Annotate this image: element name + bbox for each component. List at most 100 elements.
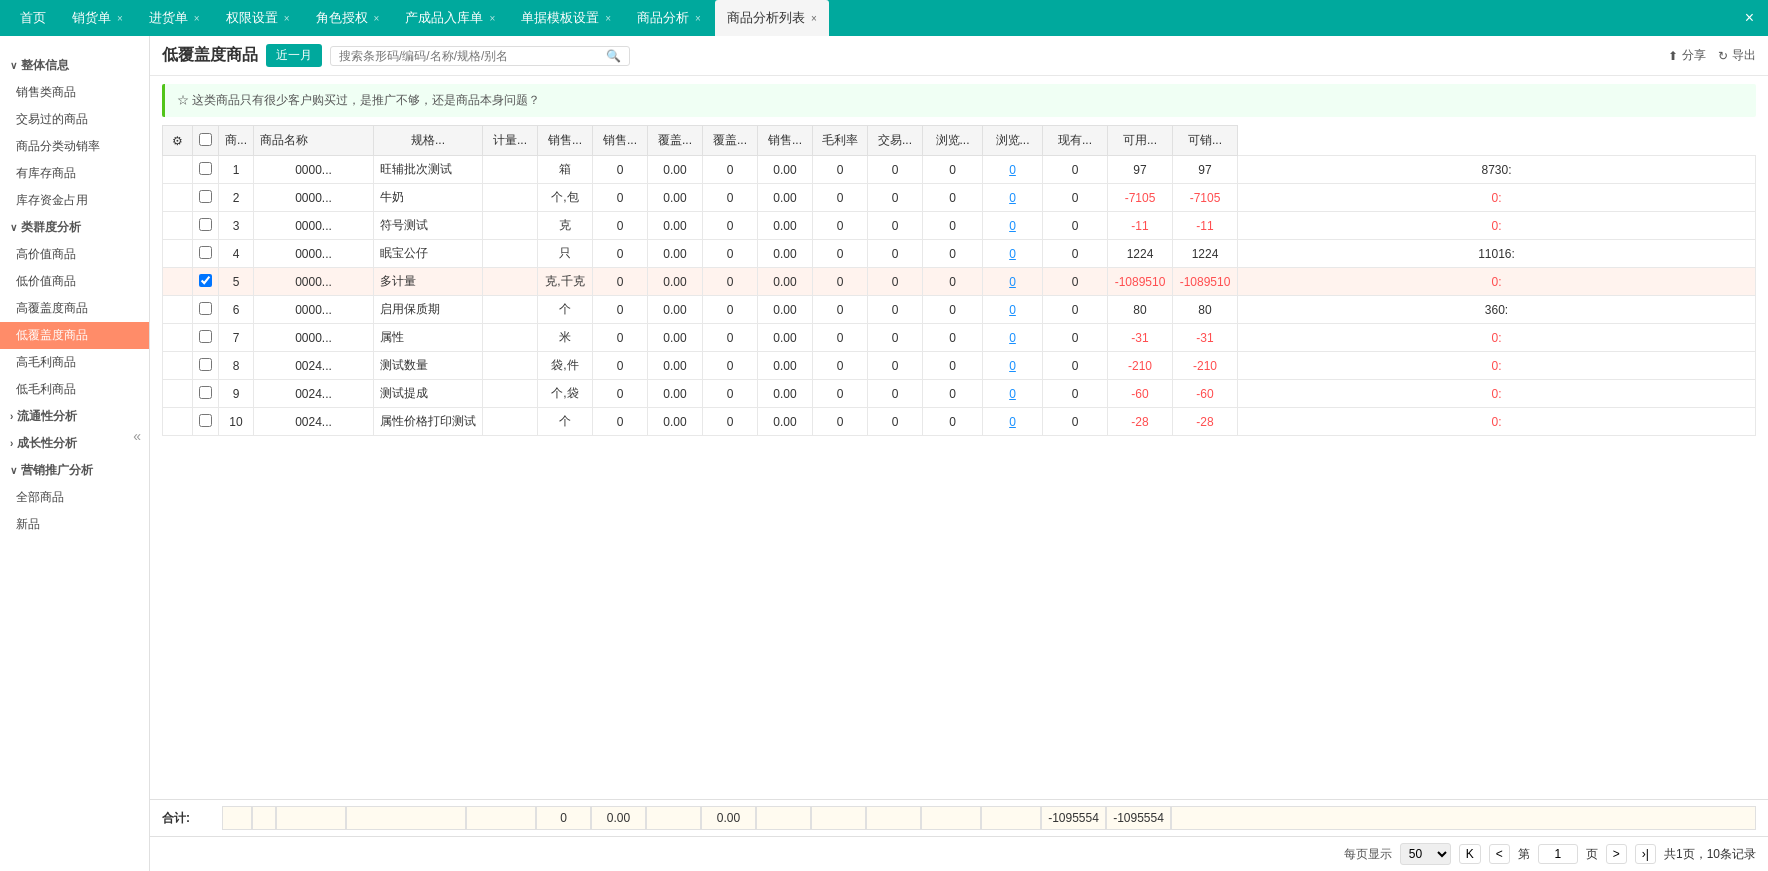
nav-tab-sales[interactable]: 销货单 × [60,0,135,36]
search-input[interactable] [339,49,602,63]
col-header-check[interactable] [193,126,219,156]
sidebar-item-low-coverage[interactable]: 低覆盖度商品 [0,322,149,349]
nav-tab-product-analysis[interactable]: 商品分析 × [625,0,713,36]
col-header-stock2[interactable]: 可用... [1108,126,1173,156]
close-icon[interactable]: × [811,13,817,24]
row-checkbox[interactable] [199,218,212,231]
sidebar-item-traded-products[interactable]: 交易过的商品 [0,106,149,133]
col-header-spec[interactable]: 规格... [374,126,483,156]
cell-browse1[interactable]: 0 [983,156,1043,184]
cell-browse1[interactable]: 0 [983,296,1043,324]
cell-browse1[interactable]: 0 [983,184,1043,212]
nav-tab-role[interactable]: 角色授权 × [304,0,392,36]
col-header-sales-amt[interactable]: 销售... [593,126,648,156]
close-icon[interactable]: × [374,13,380,24]
sidebar-item-low-value[interactable]: 低价值商品 [0,268,149,295]
cell-check[interactable] [193,156,219,184]
row-checkbox[interactable] [199,162,212,175]
sidebar-collapse-button[interactable]: « [133,428,141,444]
sidebar-section-cluster[interactable]: ∨ 类群度分析 [0,214,149,241]
col-header-cover2[interactable]: 覆盖... [703,126,758,156]
sidebar-item-category-rate[interactable]: 商品分类动销率 [0,133,149,160]
sidebar-item-new-products[interactable]: 新品 [0,511,149,538]
next-page-button[interactable]: > [1606,844,1627,864]
cell-stock2: -60 [1173,380,1238,408]
close-icon[interactable]: × [194,13,200,24]
cell-check[interactable] [193,408,219,436]
sidebar-section-marketing[interactable]: ∨ 营销推广分析 [0,457,149,484]
col-header-sales3[interactable]: 销售... [758,126,813,156]
row-checkbox[interactable] [199,386,212,399]
export-button[interactable]: ↻ 导出 [1718,47,1756,64]
time-filter-button[interactable]: 近一月 [266,44,322,67]
cell-check[interactable] [193,352,219,380]
first-page-button[interactable]: K [1459,844,1481,864]
close-icon[interactable]: × [284,13,290,24]
sidebar-section-circulation[interactable]: › 流通性分析 [0,403,149,430]
col-header-saleable[interactable]: 可销... [1173,126,1238,156]
sidebar-item-all-products[interactable]: 全部商品 [0,484,149,511]
close-icon[interactable]: × [695,13,701,24]
cell-saleable: 0: [1238,212,1756,240]
sidebar-item-low-margin[interactable]: 低毛利商品 [0,376,149,403]
col-header-gross[interactable]: 毛利率 [813,126,868,156]
col-header-stock1[interactable]: 现有... [1043,126,1108,156]
cell-check[interactable] [193,324,219,352]
select-all-checkbox[interactable] [199,133,212,146]
close-icon[interactable]: × [605,13,611,24]
nav-tab-home[interactable]: 首页 [8,0,58,36]
nav-tab-template[interactable]: 单据模板设置 × [509,0,623,36]
row-checkbox[interactable] [199,274,212,287]
col-header-sales-qty[interactable]: 销售... [538,126,593,156]
close-icon[interactable]: × [117,13,123,24]
page-size-select[interactable]: 50 100 [1400,843,1451,865]
sidebar-item-high-value[interactable]: 高价值商品 [0,241,149,268]
sidebar-item-in-stock[interactable]: 有库存商品 [0,160,149,187]
cell-check[interactable] [193,380,219,408]
nav-tab-product-analysis-list[interactable]: 商品分析列表 × [715,0,829,36]
col-header-cover1[interactable]: 覆盖... [648,126,703,156]
col-header-name[interactable]: 商品名称 [254,126,374,156]
sidebar-item-high-margin[interactable]: 高毛利商品 [0,349,149,376]
cell-check[interactable] [193,212,219,240]
row-checkbox[interactable] [199,302,212,315]
search-icon[interactable]: 🔍 [606,49,621,63]
cell-browse1[interactable]: 0 [983,352,1043,380]
cell-browse1[interactable]: 0 [983,408,1043,436]
cell-check[interactable] [193,240,219,268]
sidebar-item-stock-capital[interactable]: 库存资金占用 [0,187,149,214]
table-container[interactable]: ⚙ 商... 商品名称 规格... 计量... 销售... 销售... 覆盖..… [150,125,1768,799]
row-checkbox[interactable] [199,358,212,371]
col-header-unit[interactable]: 计量... [483,126,538,156]
nav-tab-permission[interactable]: 权限设置 × [214,0,302,36]
cell-browse1[interactable]: 0 [983,268,1043,296]
cell-browse1[interactable]: 0 [983,324,1043,352]
page-input[interactable] [1538,844,1578,864]
share-button[interactable]: ⬆ 分享 [1668,47,1706,64]
col-header-browse2[interactable]: 浏览... [983,126,1043,156]
sidebar-section-overall[interactable]: ∨ 整体信息 [0,52,149,79]
cell-browse1[interactable]: 0 [983,212,1043,240]
sidebar-item-high-coverage[interactable]: 高覆盖度商品 [0,295,149,322]
last-page-button[interactable]: ›| [1635,844,1656,864]
col-header-browse1[interactable]: 浏览... [923,126,983,156]
nav-tab-purchase[interactable]: 进货单 × [137,0,212,36]
sidebar-item-sales-products[interactable]: 销售类商品 [0,79,149,106]
nav-close-all-button[interactable]: × [1739,7,1760,29]
sidebar-section-growth[interactable]: › 成长性分析 [0,430,149,457]
row-checkbox[interactable] [199,414,212,427]
row-checkbox[interactable] [199,246,212,259]
row-checkbox[interactable] [199,190,212,203]
col-header-trans[interactable]: 交易... [868,126,923,156]
cell-browse1[interactable]: 0 [983,380,1043,408]
row-checkbox[interactable] [199,330,212,343]
cell-check[interactable] [193,296,219,324]
nav-tab-finished[interactable]: 产成品入库单 × [393,0,507,36]
col-header-num[interactable]: 商... [219,126,254,156]
cell-browse1[interactable]: 0 [983,240,1043,268]
close-icon[interactable]: × [489,13,495,24]
cell-check[interactable] [193,184,219,212]
cell-check[interactable] [193,268,219,296]
col-header-settings[interactable]: ⚙ [163,126,193,156]
prev-page-button[interactable]: < [1489,844,1510,864]
